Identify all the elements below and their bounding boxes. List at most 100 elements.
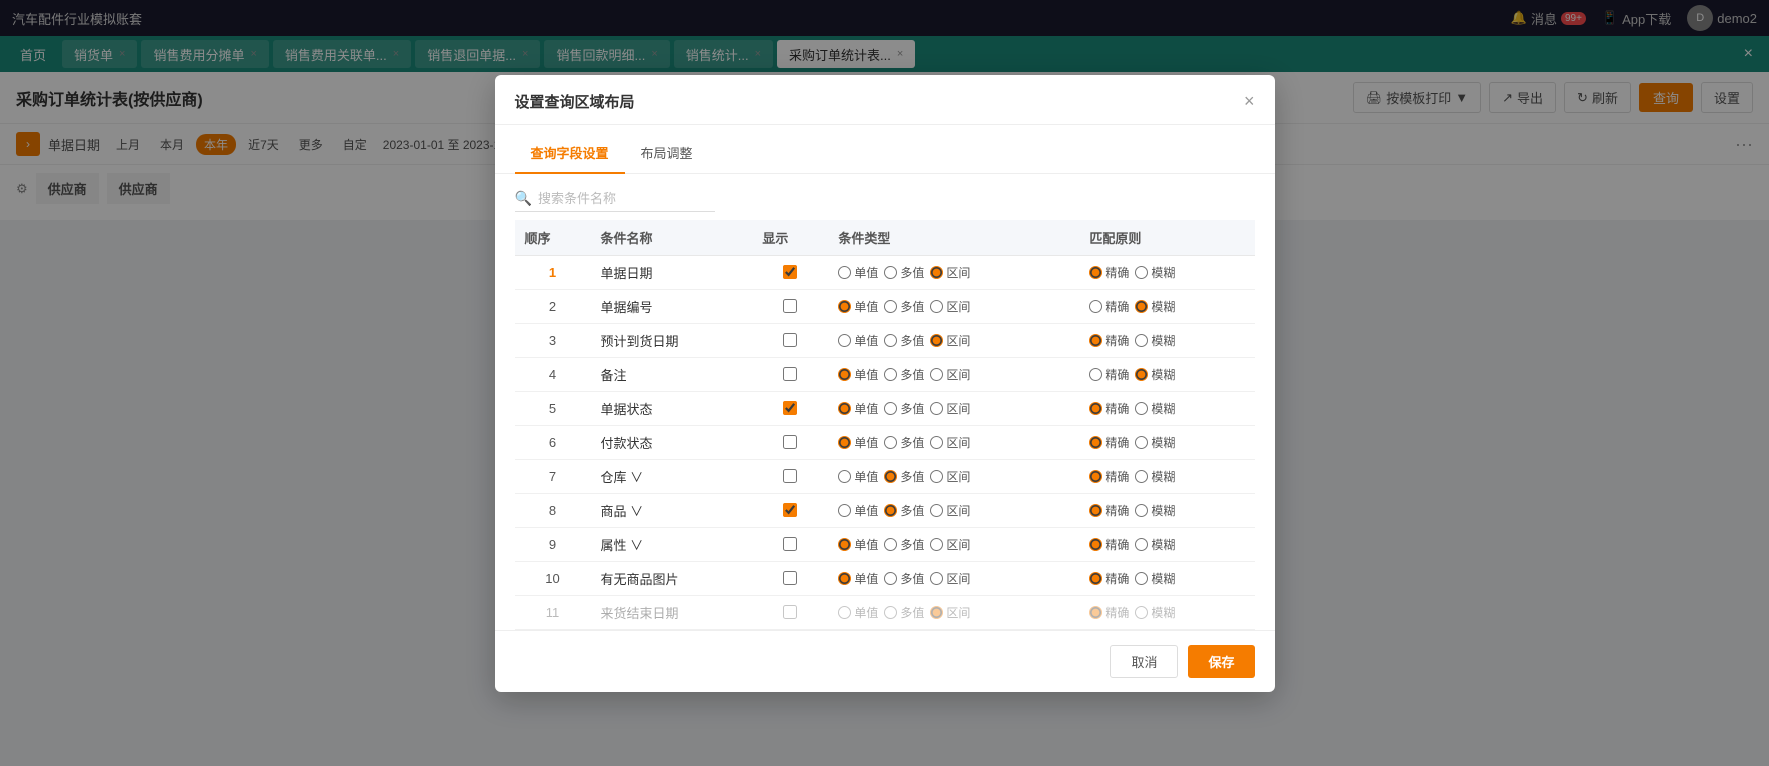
radio-range-6[interactable]: 区间 [930,468,970,485]
tab-query-fields[interactable]: 查询字段设置 [515,137,625,174]
radio-range-8[interactable]: 区间 [930,536,970,553]
display-checkbox-7[interactable] [783,503,797,517]
radio-range-0[interactable]: 区间 [930,264,970,281]
radio-single-input-7[interactable] [838,504,851,517]
radio-range-10[interactable]: 区间 [930,604,970,621]
radio-single-input-1[interactable] [838,300,851,313]
radio-exact-input-9[interactable] [1089,572,1102,585]
row-type-5[interactable]: 单值 多值 区间 [828,425,1079,459]
radio-range-input-2[interactable] [930,334,943,347]
radio-fuzzy-input-5[interactable] [1135,436,1148,449]
display-checkbox-3[interactable] [783,367,797,381]
radio-exact-9[interactable]: 精确 [1089,570,1129,587]
radio-range-input-7[interactable] [930,504,943,517]
row-display-2[interactable] [752,323,828,357]
row-type-9[interactable]: 单值 多值 区间 [828,561,1079,595]
row-display-9[interactable] [752,561,828,595]
row-type-1[interactable]: 单值 多值 区间 [828,289,1079,323]
row-type-7[interactable]: 单值 多值 区间 [828,493,1079,527]
row-match-6[interactable]: 精确 模糊 [1079,459,1254,493]
radio-range-5[interactable]: 区间 [930,434,970,451]
radio-single-6[interactable]: 单值 [838,468,878,485]
radio-single-4[interactable]: 单值 [838,400,878,417]
radio-exact-input-0[interactable] [1089,266,1102,279]
row-type-8[interactable]: 单值 多值 区间 [828,527,1079,561]
radio-single-10[interactable]: 单值 [838,604,878,621]
row-type-4[interactable]: 单值 多值 区间 [828,391,1079,425]
radio-exact-input-6[interactable] [1089,470,1102,483]
radio-multi-3[interactable]: 多值 [884,366,924,383]
radio-single-7[interactable]: 单值 [838,502,878,519]
radio-multi-5[interactable]: 多值 [884,434,924,451]
radio-exact-input-2[interactable] [1089,334,1102,347]
radio-multi-6[interactable]: 多值 [884,468,924,485]
radio-exact-4[interactable]: 精确 [1089,400,1129,417]
radio-fuzzy-7[interactable]: 模糊 [1135,502,1175,519]
radio-single-input-0[interactable] [838,266,851,279]
row-match-9[interactable]: 精确 模糊 [1079,561,1254,595]
row-type-2[interactable]: 单值 多值 区间 [828,323,1079,357]
radio-exact-3[interactable]: 精确 [1089,366,1129,383]
radio-multi-8[interactable]: 多值 [884,536,924,553]
radio-range-input-6[interactable] [930,470,943,483]
radio-multi-input-9[interactable] [884,572,897,585]
save-btn[interactable]: 保存 [1188,645,1254,678]
display-checkbox-8[interactable] [783,537,797,551]
radio-multi-input-0[interactable] [884,266,897,279]
display-checkbox-10[interactable] [783,605,797,619]
radio-range-input-10[interactable] [930,606,943,619]
radio-fuzzy-2[interactable]: 模糊 [1135,332,1175,349]
radio-range-3[interactable]: 区间 [930,366,970,383]
row-display-1[interactable] [752,289,828,323]
radio-single-input-5[interactable] [838,436,851,449]
dialog-close-btn[interactable]: × [1244,92,1255,110]
radio-fuzzy-0[interactable]: 模糊 [1135,264,1175,281]
row-display-6[interactable] [752,459,828,493]
radio-fuzzy-input-10[interactable] [1135,606,1148,619]
radio-range-input-1[interactable] [930,300,943,313]
row-type-10[interactable]: 单值 多值 区间 [828,595,1079,629]
radio-fuzzy-input-7[interactable] [1135,504,1148,517]
radio-exact-6[interactable]: 精确 [1089,468,1129,485]
radio-fuzzy-input-0[interactable] [1135,266,1148,279]
radio-exact-0[interactable]: 精确 [1089,264,1129,281]
radio-single-0[interactable]: 单值 [838,264,878,281]
radio-fuzzy-input-4[interactable] [1135,402,1148,415]
radio-multi-input-6[interactable] [884,470,897,483]
radio-exact-5[interactable]: 精确 [1089,434,1129,451]
radio-single-input-9[interactable] [838,572,851,585]
radio-range-1[interactable]: 区间 [930,298,970,315]
radio-exact-input-5[interactable] [1089,436,1102,449]
row-display-5[interactable] [752,425,828,459]
row-display-0[interactable] [752,255,828,289]
radio-multi-2[interactable]: 多值 [884,332,924,349]
radio-range-input-5[interactable] [930,436,943,449]
radio-range-2[interactable]: 区间 [930,332,970,349]
radio-single-9[interactable]: 单值 [838,570,878,587]
radio-single-8[interactable]: 单值 [838,536,878,553]
row-display-7[interactable] [752,493,828,527]
radio-multi-4[interactable]: 多值 [884,400,924,417]
radio-multi-9[interactable]: 多值 [884,570,924,587]
radio-exact-input-4[interactable] [1089,402,1102,415]
radio-multi-1[interactable]: 多值 [884,298,924,315]
radio-exact-input-3[interactable] [1089,368,1102,381]
radio-single-3[interactable]: 单值 [838,366,878,383]
radio-multi-input-2[interactable] [884,334,897,347]
display-checkbox-6[interactable] [783,469,797,483]
radio-fuzzy-input-1[interactable] [1135,300,1148,313]
display-checkbox-4[interactable] [783,401,797,415]
radio-multi-input-3[interactable] [884,368,897,381]
radio-multi-7[interactable]: 多值 [884,502,924,519]
radio-exact-7[interactable]: 精确 [1089,502,1129,519]
radio-single-5[interactable]: 单值 [838,434,878,451]
radio-range-4[interactable]: 区间 [930,400,970,417]
radio-single-input-10[interactable] [838,606,851,619]
radio-range-input-9[interactable] [930,572,943,585]
radio-multi-10[interactable]: 多值 [884,604,924,621]
radio-exact-input-10[interactable] [1089,606,1102,619]
display-checkbox-1[interactable] [783,299,797,313]
radio-fuzzy-1[interactable]: 模糊 [1135,298,1175,315]
row-match-8[interactable]: 精确 模糊 [1079,527,1254,561]
row-type-0[interactable]: 单值 多值 区间 [828,255,1079,289]
